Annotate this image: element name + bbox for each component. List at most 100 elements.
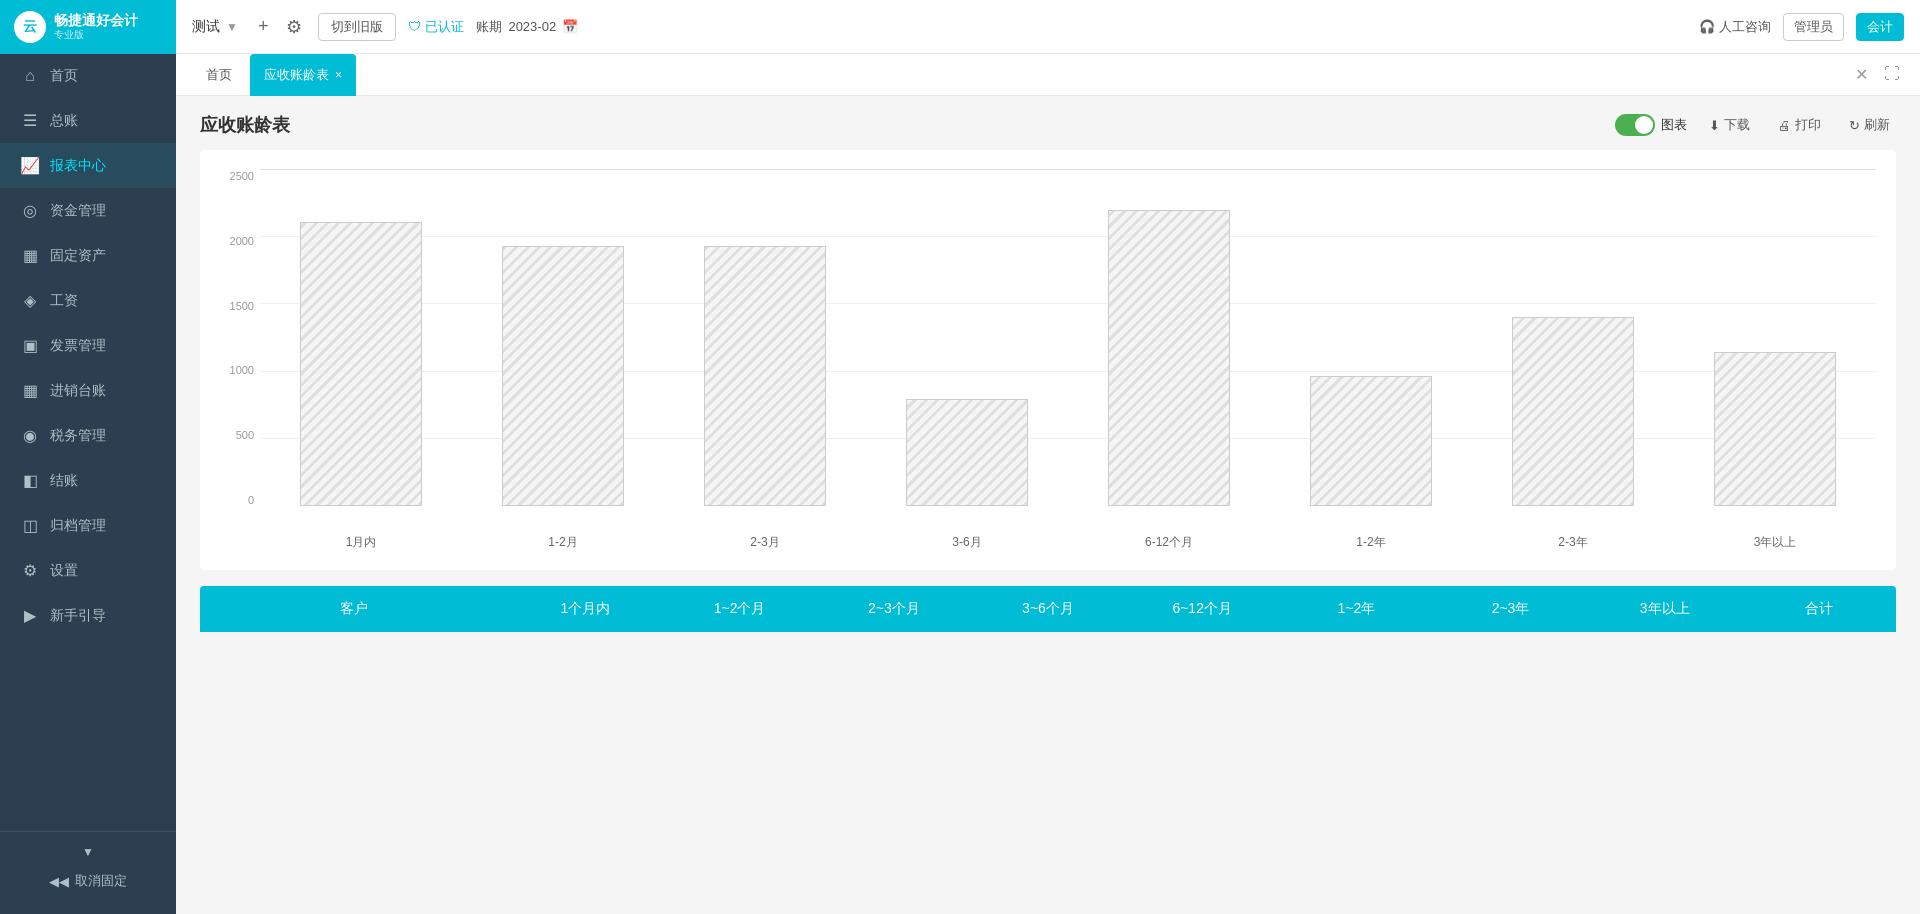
y-axis: 0 500 1000 1500 2000 2500 bbox=[220, 170, 260, 530]
print-label: 打印 bbox=[1795, 116, 1821, 134]
refresh-button[interactable]: ↻ 刷新 bbox=[1843, 112, 1896, 138]
tab-ar-aging[interactable]: 应收账龄表 × bbox=[250, 54, 356, 96]
logo-title: 畅捷通好会计 bbox=[54, 12, 138, 29]
chart-container: 0 500 1000 1500 2000 2500 bbox=[200, 150, 1896, 570]
page-inner: 应收账龄表 图表 ⬇ 下载 🖨 打印 bbox=[176, 96, 1920, 656]
x-label-1: 1-2月 bbox=[462, 530, 664, 551]
scroll-down-button[interactable]: ▼ bbox=[0, 842, 176, 862]
calendar-icon[interactable]: 📅 bbox=[562, 19, 578, 34]
tab-maximize-button[interactable]: ⛶ bbox=[1880, 61, 1904, 88]
sidebar-item-assets[interactable]: ▦ 固定资产 bbox=[0, 233, 176, 278]
bar-group-0 bbox=[260, 170, 462, 506]
manager-button[interactable]: 管理员 bbox=[1783, 13, 1844, 41]
chart-toggle-switch[interactable] bbox=[1615, 114, 1655, 136]
tab-close-button[interactable]: ✕ bbox=[1851, 61, 1872, 88]
home-icon: ⌂ bbox=[20, 67, 40, 85]
sidebar-item-ledger[interactable]: ☰ 总账 bbox=[0, 98, 176, 143]
table-header-cell-5: 6~12个月 bbox=[1125, 600, 1279, 618]
accountant-button[interactable]: 会计 bbox=[1856, 13, 1904, 41]
bar-3 bbox=[906, 399, 1027, 506]
bar-group-4 bbox=[1068, 170, 1270, 506]
table-header-cell-4: 3~6个月 bbox=[971, 600, 1125, 618]
sidebar-label-reports: 报表中心 bbox=[50, 157, 106, 175]
tab-home-label: 首页 bbox=[206, 66, 232, 84]
page-actions: 图表 ⬇ 下载 🖨 打印 ↻ 刷新 bbox=[1615, 112, 1896, 138]
sidebar: 云 畅捷通好会计 专业版 ⌂ 首页 ☰ 总账 📈 报表中心 ◎ 资金管理 ▦ 固… bbox=[0, 0, 176, 914]
download-button[interactable]: ⬇ 下载 bbox=[1703, 112, 1756, 138]
download-label: 下载 bbox=[1724, 116, 1750, 134]
old-version-button[interactable]: 切到旧版 bbox=[318, 13, 396, 41]
ledger-icon: ☰ bbox=[20, 111, 40, 130]
bar-0 bbox=[300, 222, 421, 506]
topbar-actions: + ⚙ bbox=[254, 12, 307, 42]
x-labels: 1月内1-2月2-3月3-6月6-12个月1-2年2-3年3年以上 bbox=[220, 530, 1876, 551]
sidebar-item-settings[interactable]: ⚙ 设置 bbox=[0, 548, 176, 593]
period-value: 2023-02 bbox=[508, 19, 556, 34]
gear-button[interactable]: ⚙ bbox=[282, 12, 306, 42]
sidebar-item-wages[interactable]: ◈ 工资 bbox=[0, 278, 176, 323]
bars-row bbox=[260, 170, 1876, 530]
logo-subtitle: 专业版 bbox=[54, 28, 138, 42]
y-label-500: 500 bbox=[220, 429, 260, 441]
sidebar-item-home[interactable]: ⌂ 首页 bbox=[0, 54, 176, 98]
period-info: 账期 2023-02 📅 bbox=[476, 18, 578, 36]
sidebar-nav: ⌂ 首页 ☰ 总账 📈 报表中心 ◎ 资金管理 ▦ 固定资产 ◈ 工资 ▣ 发票… bbox=[0, 54, 176, 831]
chart-area: 0 500 1000 1500 2000 2500 bbox=[220, 170, 1876, 530]
sidebar-item-tax[interactable]: ◉ 税务管理 bbox=[0, 413, 176, 458]
sidebar-item-sales[interactable]: ▦ 进销台账 bbox=[0, 368, 176, 413]
main-area: 测试 ▼ + ⚙ 切到旧版 🛡 已认证 账期 2023-02 📅 🎧 人工咨询 … bbox=[176, 0, 1920, 914]
sidebar-item-archive[interactable]: ◫ 归档管理 bbox=[0, 503, 176, 548]
bar-5 bbox=[1310, 376, 1431, 506]
y-label-2500: 2500 bbox=[220, 170, 260, 182]
cancel-fixed-label: 取消固定 bbox=[75, 872, 127, 890]
certified-icon: 🛡 bbox=[408, 19, 421, 34]
sidebar-label-sales: 进销台账 bbox=[50, 382, 106, 400]
project-name: 测试 bbox=[192, 18, 220, 36]
x-label-3: 3-6月 bbox=[866, 530, 1068, 551]
x-label-0: 1月内 bbox=[260, 530, 462, 551]
sidebar-label-funds: 资金管理 bbox=[50, 202, 106, 220]
sidebar-item-closing[interactable]: ◧ 结账 bbox=[0, 458, 176, 503]
sidebar-item-funds[interactable]: ◎ 资金管理 bbox=[0, 188, 176, 233]
download-icon: ⬇ bbox=[1709, 118, 1720, 133]
chart-plot bbox=[260, 170, 1876, 530]
tax-icon: ◉ bbox=[20, 426, 40, 445]
project-selector[interactable]: 测试 ▼ bbox=[192, 18, 238, 36]
topbar: 测试 ▼ + ⚙ 切到旧版 🛡 已认证 账期 2023-02 📅 🎧 人工咨询 … bbox=[176, 0, 1920, 54]
page-title: 应收账龄表 bbox=[200, 113, 290, 137]
y-label-1500: 1500 bbox=[220, 300, 260, 312]
sidebar-item-reports[interactable]: 📈 报表中心 bbox=[0, 143, 176, 188]
sidebar-label-invoices: 发票管理 bbox=[50, 337, 106, 355]
reports-icon: 📈 bbox=[20, 156, 40, 175]
x-label-7: 3年以上 bbox=[1674, 530, 1876, 551]
sidebar-label-ledger: 总账 bbox=[50, 112, 78, 130]
x-label-5: 1-2年 bbox=[1270, 530, 1472, 551]
add-button[interactable]: + bbox=[254, 12, 273, 41]
refresh-label: 刷新 bbox=[1864, 116, 1890, 134]
sidebar-item-invoices[interactable]: ▣ 发票管理 bbox=[0, 323, 176, 368]
refresh-icon: ↻ bbox=[1849, 118, 1860, 133]
table-header-cell-2: 1~2个月 bbox=[663, 600, 817, 618]
service-button[interactable]: 🎧 人工咨询 bbox=[1699, 18, 1771, 36]
archive-icon: ◫ bbox=[20, 516, 40, 535]
table-header-cell-3: 2~3个月 bbox=[817, 600, 971, 618]
invoices-icon: ▣ bbox=[20, 336, 40, 355]
bar-6 bbox=[1512, 317, 1633, 506]
table-header: 客户1个月内1~2个月2~3个月3~6个月6~12个月1~2年2~3年3年以上合… bbox=[200, 586, 1896, 632]
bar-group-7 bbox=[1674, 170, 1876, 506]
bar-1 bbox=[502, 246, 623, 506]
toggle-knob bbox=[1635, 116, 1653, 134]
sidebar-label-archive: 归档管理 bbox=[50, 517, 106, 535]
bar-2 bbox=[704, 246, 825, 506]
tab-home[interactable]: 首页 bbox=[192, 54, 246, 96]
tab-close-icon[interactable]: × bbox=[335, 69, 342, 81]
topbar-right: 🎧 人工咨询 管理员 会计 bbox=[1699, 13, 1904, 41]
bar-7 bbox=[1714, 352, 1835, 506]
headset-icon: 🎧 bbox=[1699, 19, 1715, 34]
cancel-fixed-button[interactable]: ◀◀ 取消固定 bbox=[0, 862, 176, 904]
print-button[interactable]: 🖨 打印 bbox=[1772, 112, 1827, 138]
certified-badge: 🛡 已认证 bbox=[408, 18, 464, 36]
bar-group-6 bbox=[1472, 170, 1674, 506]
sidebar-item-guide[interactable]: ▶ 新手引导 bbox=[0, 593, 176, 638]
sidebar-label-tax: 税务管理 bbox=[50, 427, 106, 445]
